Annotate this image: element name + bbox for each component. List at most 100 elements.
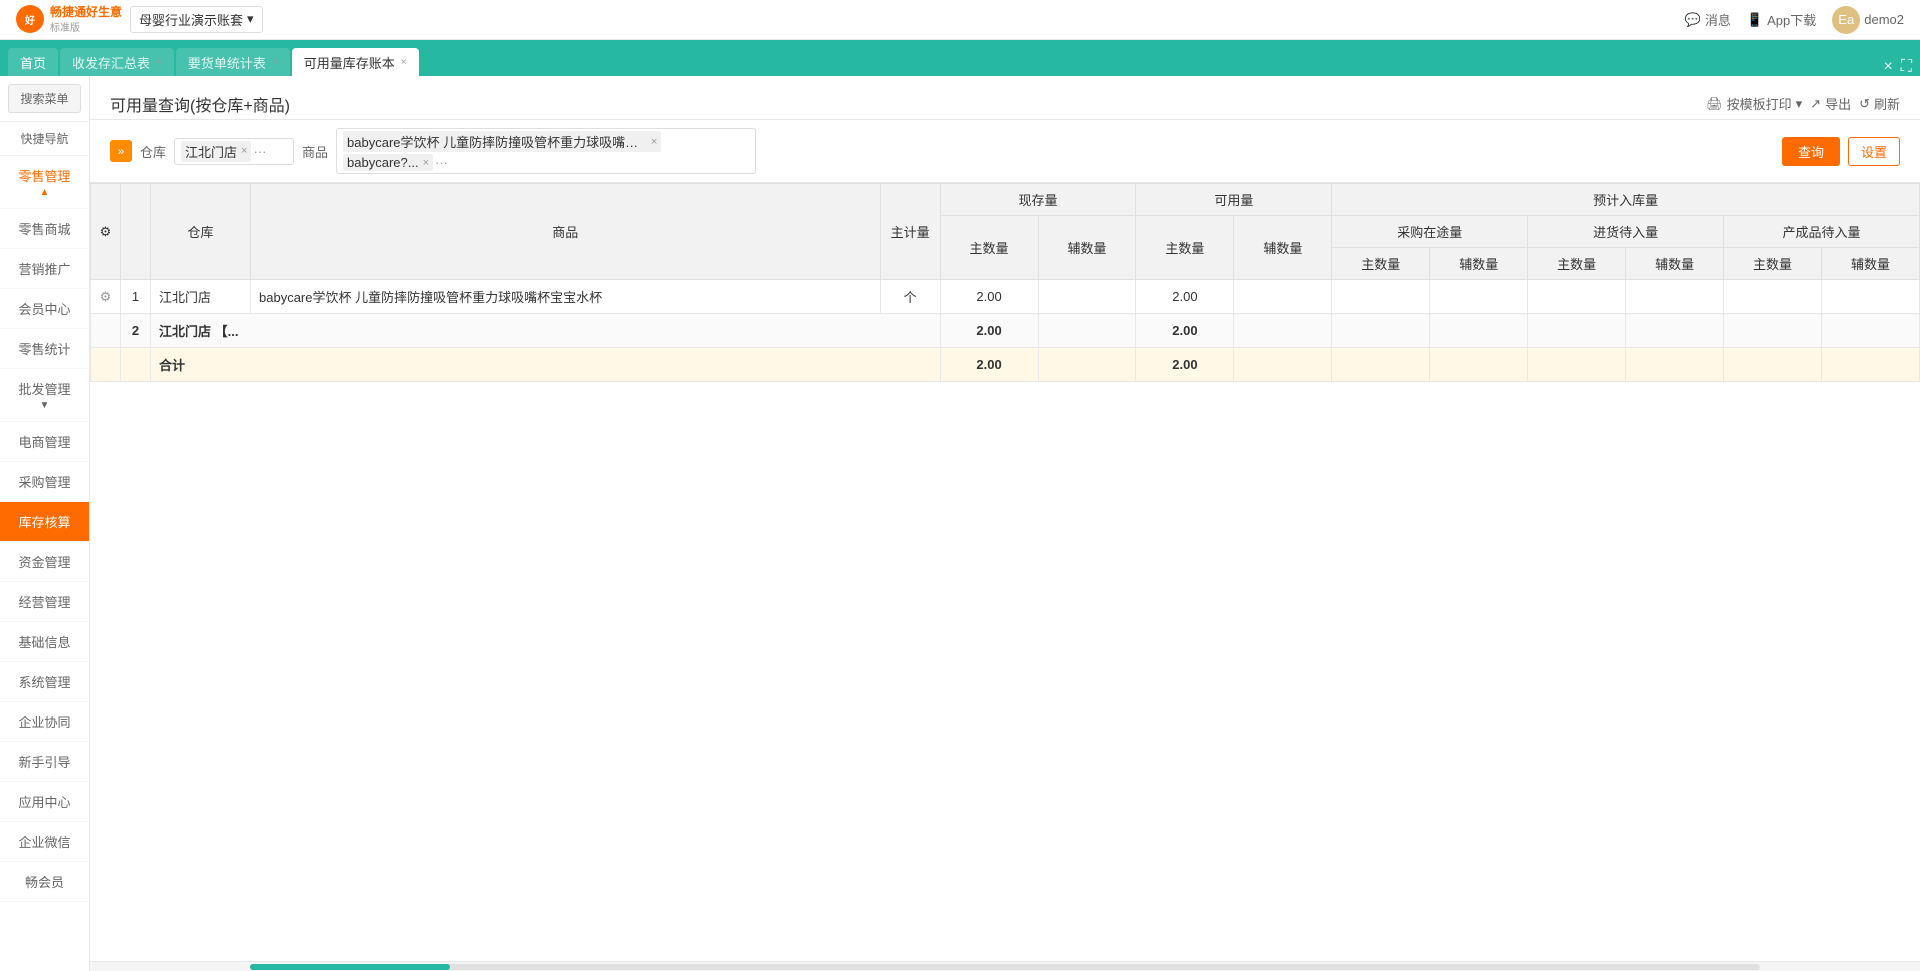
data-table: ⚙ 仓库 商品 主计量 现存量 可用量 预计入库量 主数量 辅数量 主数量	[90, 183, 1920, 382]
product-filter-tag: babycare学饮杯 儿童防摔防撞吸管杯重力球吸嘴杯宝宝水杯 ×	[343, 131, 661, 152]
avatar: Ea	[1832, 6, 1860, 34]
total-purchase-aux	[1430, 348, 1528, 382]
sidebar-item-new-guide-label: 新手引导	[18, 752, 70, 771]
row-purchase-main	[1332, 280, 1430, 314]
message-button[interactable]: 💬 消息	[1685, 10, 1731, 29]
purchase-main-qty-header: 主数量	[1332, 248, 1430, 280]
print-button[interactable]: 🖨 按模板打印 ▾	[1706, 94, 1802, 113]
message-label: 消息	[1705, 10, 1731, 29]
warehouse-filter-dots[interactable]: ···	[253, 144, 266, 159]
sidebar-item-member-center[interactable]: 会员中心	[0, 289, 89, 329]
sidebar-item-system-mgmt[interactable]: 系统管理	[0, 662, 89, 702]
row-warehouse: 江北门店	[151, 280, 251, 314]
page-header: 可用量查询(按仓库+商品) 🖨 按模板打印 ▾ ↗ 导出 ↺ 刷新	[90, 76, 1920, 120]
sidebar-item-inventory-check[interactable]: 库存核算	[0, 502, 89, 542]
sidebar-item-marketing[interactable]: 营销推广	[0, 249, 89, 289]
available-main-qty-header: 主数量	[1136, 216, 1234, 280]
warehouse-tag-remove[interactable]: ×	[241, 145, 247, 157]
sidebar-item-purchase-mgmt[interactable]: 采购管理	[0, 462, 89, 502]
sidebar-item-basic-info[interactable]: 基础信息	[0, 622, 89, 662]
tab-order-stats[interactable]: 要货单统计表 ×	[176, 48, 290, 76]
app-download-button[interactable]: 📱 App下载	[1747, 10, 1816, 29]
setting-button[interactable]: 设置	[1848, 137, 1900, 166]
sidebar-item-wholesale-mgmt[interactable]: 批发管理 ▼	[0, 369, 89, 422]
warehouse-filter-label: 仓库	[140, 142, 166, 161]
product-tag-remove[interactable]: ×	[651, 136, 657, 148]
tenant-name: 母婴行业演示账套	[139, 10, 243, 29]
row-incoming-main	[1528, 280, 1626, 314]
row-current-stock-aux	[1038, 280, 1136, 314]
sidebar-item-inventory-check-label: 库存核算	[18, 512, 70, 531]
sidebar-item-member-center-label: 会员中心	[18, 299, 70, 318]
production-aux-qty-header: 辅数量	[1822, 248, 1920, 280]
sidebar-item-retail-mall[interactable]: 零售商城	[0, 209, 89, 249]
sidebar-item-basic-info-label: 基础信息	[18, 632, 70, 651]
tab-order-stats-close[interactable]: ×	[272, 57, 278, 68]
quick-nav-button[interactable]: 快捷导航	[0, 122, 89, 156]
horizontal-scrollbar[interactable]	[90, 961, 1920, 971]
tab-income-summary[interactable]: 收发存汇总表 ×	[60, 48, 174, 76]
tab-income-summary-close[interactable]: ×	[156, 57, 162, 68]
tenant-selector[interactable]: 母婴行业演示账套 ▾	[130, 6, 263, 33]
tab-home[interactable]: 首页	[8, 48, 58, 76]
total-current-stock-aux	[1038, 348, 1136, 382]
user-menu[interactable]: Ea demo2	[1832, 6, 1904, 34]
search-menu-button[interactable]: 搜索菜单	[8, 84, 81, 113]
total-settings	[91, 348, 121, 382]
subtotal-warehouse: 江北门店 【...	[151, 314, 941, 348]
warehouse-column-header: 仓库	[151, 184, 251, 280]
total-purchase-main	[1332, 348, 1430, 382]
subtotal-incoming-aux	[1626, 314, 1724, 348]
settings-column-header: ⚙	[91, 184, 121, 280]
product-filter-dots[interactable]: ···	[435, 155, 448, 170]
warehouse-tag-value: 江北门店	[185, 142, 237, 161]
logo-text: 畅捷通好生意	[50, 5, 122, 19]
expand-icon[interactable]: ⛶	[1901, 58, 1912, 76]
sidebar-item-finance-mgmt[interactable]: 资金管理	[0, 542, 89, 582]
total-label: 合计	[151, 348, 941, 382]
sidebar-item-retail-stats-label: 零售统计	[18, 339, 70, 358]
warehouse-filter-input[interactable]: 江北门店 × ···	[174, 138, 294, 165]
total-available-aux	[1234, 348, 1332, 382]
row-production-main	[1724, 280, 1822, 314]
sidebar-item-enterprise-wechat-label: 企业微信	[18, 832, 70, 851]
sidebar-item-ecommerce-mgmt[interactable]: 电商管理	[0, 422, 89, 462]
sidebar-item-new-guide[interactable]: 新手引导	[0, 742, 89, 782]
sidebar-item-enterprise-collab-label: 企业协同	[18, 712, 70, 731]
refresh-icon: ↺	[1859, 96, 1870, 112]
chevron-up-icon: ▲	[40, 187, 50, 198]
sidebar-item-enterprise-collab[interactable]: 企业协同	[0, 702, 89, 742]
sidebar-item-enterprise-wechat[interactable]: 企业微信	[0, 822, 89, 862]
current-stock-header: 现存量	[940, 184, 1136, 216]
sidebar-item-finance-mgmt-label: 资金管理	[18, 552, 70, 571]
refresh-button[interactable]: ↺ 刷新	[1859, 94, 1900, 113]
tab-available-stock-close[interactable]: ×	[401, 57, 407, 68]
username: demo2	[1864, 12, 1904, 27]
subtotal-production-main	[1724, 314, 1822, 348]
settings-icon[interactable]: ⚙	[100, 224, 112, 239]
sidebar-item-operations-mgmt-label: 经营管理	[18, 592, 70, 611]
subtotal-purchase-aux	[1430, 314, 1528, 348]
close-all-tabs-button[interactable]: ×	[1883, 58, 1892, 76]
row-settings-icon[interactable]: ⚙	[91, 280, 121, 314]
tab-available-stock[interactable]: 可用量库存账本 ×	[292, 48, 419, 76]
sidebar-item-retail-stats[interactable]: 零售统计	[0, 329, 89, 369]
sidebar-item-member[interactable]: 畅会员	[0, 862, 89, 902]
row-purchase-aux	[1430, 280, 1528, 314]
sidebar-item-app-center[interactable]: 应用中心	[0, 782, 89, 822]
product-tag-short-remove[interactable]: ×	[423, 157, 429, 169]
export-button[interactable]: ↗ 导出	[1810, 94, 1851, 113]
subtotal-current-stock-aux	[1038, 314, 1136, 348]
chevron-down-icon: ▾	[247, 11, 254, 27]
sidebar-item-operations-mgmt[interactable]: 经营管理	[0, 582, 89, 622]
product-filter-input[interactable]: babycare学饮杯 儿童防摔防撞吸管杯重力球吸嘴杯宝宝水杯 × babyca…	[336, 128, 756, 174]
chevron-down-icon: ▾	[1796, 96, 1803, 112]
query-button[interactable]: 查询	[1782, 137, 1840, 166]
production-pending-header: 产成品待入量	[1724, 216, 1920, 248]
row-index: 1	[121, 280, 151, 314]
sidebar-item-retail-mgmt[interactable]: 零售管理 ▲	[0, 156, 89, 209]
sidebar-item-marketing-label: 营销推广	[18, 259, 70, 278]
filter-expand-button[interactable]: »	[110, 140, 132, 162]
total-incoming-main	[1528, 348, 1626, 382]
top-bar-left: 好 畅捷通好生意 标准版 母婴行业演示账套 ▾	[16, 5, 263, 34]
